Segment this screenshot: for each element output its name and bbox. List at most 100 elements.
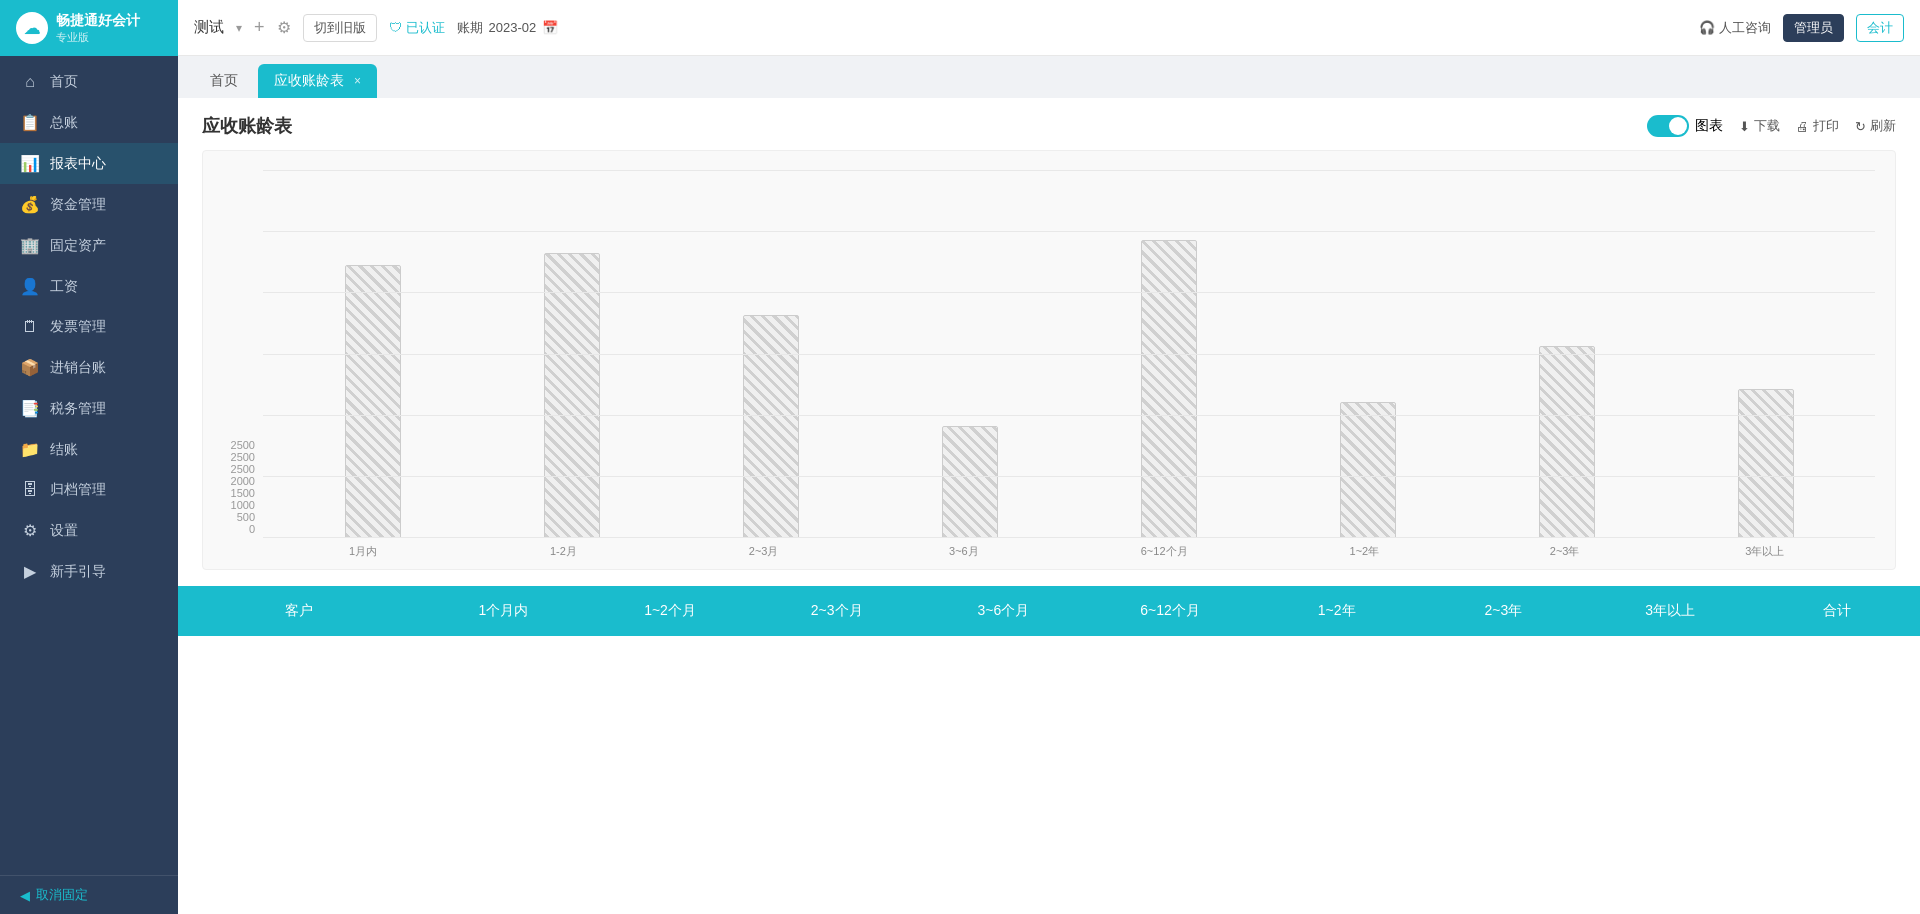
sidebar-icon-reports: 📊 bbox=[20, 154, 40, 173]
role-button[interactable]: 会计 bbox=[1856, 14, 1904, 42]
human-consult-button[interactable]: 🎧 人工咨询 bbox=[1699, 19, 1771, 37]
sidebar-item-funds[interactable]: 💰 资金管理 bbox=[0, 184, 178, 225]
app-logo-title: 畅捷通好会计 bbox=[56, 11, 140, 29]
add-project-button[interactable]: + bbox=[254, 17, 265, 38]
table-header-cell: 2~3年 bbox=[1420, 586, 1587, 636]
bar-group bbox=[544, 253, 600, 538]
page-actions: 图表 ⬇ 下载 🖨 打印 ↻ 刷新 bbox=[1647, 115, 1896, 137]
sidebar-label-guide: 新手引导 bbox=[50, 563, 106, 581]
sidebar-icon-invoice: 🗒 bbox=[20, 318, 40, 336]
settings-icon[interactable]: ⚙ bbox=[277, 18, 291, 37]
bar bbox=[345, 265, 401, 538]
manager-button[interactable]: 管理员 bbox=[1783, 14, 1844, 42]
refresh-icon: ↻ bbox=[1855, 119, 1866, 134]
x-label: 3~6月 bbox=[936, 544, 992, 559]
sidebar-item-assets[interactable]: 🏢 固定资产 bbox=[0, 225, 178, 266]
print-icon: 🖨 bbox=[1796, 119, 1809, 134]
sidebar-label-reports: 报表中心 bbox=[50, 155, 106, 173]
bar bbox=[743, 315, 799, 538]
x-label: 1~2年 bbox=[1336, 544, 1392, 559]
chart-x-axis: 1月内1-2月2~3月3~6月6~12个月1~2年2~3年3年以上 bbox=[263, 538, 1875, 559]
y-label: 1000 bbox=[231, 499, 255, 511]
table-header-cell: 1个月内 bbox=[420, 586, 587, 636]
consult-label: 人工咨询 bbox=[1719, 19, 1771, 37]
cancel-fixed-button[interactable]: ◀ 取消固定 bbox=[0, 875, 178, 914]
y-label: 1500 bbox=[231, 487, 255, 499]
bar bbox=[1539, 346, 1595, 538]
sidebar-icon-closing: 📁 bbox=[20, 440, 40, 459]
chart-area: 2500250025002000150010005000 1月内1-2月2~3月… bbox=[202, 150, 1896, 570]
table-header-cell: 2~3个月 bbox=[753, 586, 920, 636]
sidebar-label-funds: 资金管理 bbox=[50, 196, 106, 214]
tab-bar: 首页 应收账龄表 × bbox=[178, 56, 1920, 98]
period-value: 2023-02 bbox=[489, 20, 537, 35]
sidebar-item-ledger[interactable]: 📋 总账 bbox=[0, 102, 178, 143]
headset-icon: 🎧 bbox=[1699, 20, 1715, 35]
bar-group bbox=[942, 426, 998, 538]
sidebar-icon-archive: 🗄 bbox=[20, 481, 40, 499]
sidebar-label-tax: 税务管理 bbox=[50, 400, 106, 418]
tab-close-icon[interactable]: × bbox=[354, 74, 361, 88]
print-label: 打印 bbox=[1813, 117, 1839, 135]
x-label: 1月内 bbox=[335, 544, 391, 559]
chart-y-axis: 2500250025002000150010005000 bbox=[223, 439, 263, 559]
download-label: 下载 bbox=[1754, 117, 1780, 135]
sidebar-item-home[interactable]: ⌂ 首页 bbox=[0, 62, 178, 102]
x-label: 2~3月 bbox=[736, 544, 792, 559]
sidebar-item-settings[interactable]: ⚙ 设置 bbox=[0, 510, 178, 551]
table-header-cell: 6~12个月 bbox=[1087, 586, 1254, 636]
bar-group bbox=[1738, 389, 1794, 538]
bar-group bbox=[1141, 240, 1197, 538]
x-label: 6~12个月 bbox=[1136, 544, 1192, 559]
y-label: 0 bbox=[249, 523, 255, 535]
sidebar-item-reports[interactable]: 📊 报表中心 bbox=[0, 143, 178, 184]
project-name: 测试 bbox=[194, 18, 224, 37]
y-label: 2500 bbox=[231, 451, 255, 463]
sidebar-item-guide[interactable]: ▶ 新手引导 bbox=[0, 551, 178, 592]
tab-home[interactable]: 首页 bbox=[194, 64, 254, 98]
verified-label: 已认证 bbox=[406, 19, 445, 37]
bar-group bbox=[345, 265, 401, 538]
print-button[interactable]: 🖨 打印 bbox=[1796, 117, 1839, 135]
bar bbox=[1340, 402, 1396, 538]
sidebar-item-closing[interactable]: 📁 结账 bbox=[0, 429, 178, 470]
table-header-cell: 客户 bbox=[178, 586, 420, 636]
bar bbox=[544, 253, 600, 538]
sidebar-item-salary[interactable]: 👤 工资 bbox=[0, 266, 178, 307]
sidebar-item-invoice[interactable]: 🗒 发票管理 bbox=[0, 307, 178, 347]
chart-toggle-switch[interactable] bbox=[1647, 115, 1689, 137]
project-dropdown-icon[interactable]: ▾ bbox=[236, 21, 242, 35]
sidebar-item-archive[interactable]: 🗄 归档管理 bbox=[0, 470, 178, 510]
sidebar-item-inventory[interactable]: 📦 进销台账 bbox=[0, 347, 178, 388]
tab-home-label: 首页 bbox=[210, 72, 238, 88]
bars-row bbox=[263, 171, 1875, 538]
period-label: 账期 bbox=[457, 19, 483, 37]
sidebar-icon-home: ⌂ bbox=[20, 73, 40, 91]
verified-badge: 🛡 已认证 bbox=[389, 19, 445, 37]
refresh-label: 刷新 bbox=[1870, 117, 1896, 135]
y-label: 2000 bbox=[231, 475, 255, 487]
x-label: 1-2月 bbox=[535, 544, 591, 559]
tab-aging-label: 应收账龄表 bbox=[274, 72, 344, 88]
table-header-cell: 合计 bbox=[1753, 586, 1920, 636]
tab-aging[interactable]: 应收账龄表 × bbox=[258, 64, 377, 98]
chart-inner: 2500250025002000150010005000 1月内1-2月2~3月… bbox=[223, 171, 1875, 559]
sidebar-item-tax[interactable]: 📑 税务管理 bbox=[0, 388, 178, 429]
bar bbox=[1141, 240, 1197, 538]
bar bbox=[1738, 389, 1794, 538]
verified-shield-icon: 🛡 bbox=[389, 20, 402, 35]
sidebar-icon-funds: 💰 bbox=[20, 195, 40, 214]
calendar-icon[interactable]: 📅 bbox=[542, 20, 558, 35]
sidebar-label-settings: 设置 bbox=[50, 522, 78, 540]
sidebar-label-inventory: 进销台账 bbox=[50, 359, 106, 377]
download-button[interactable]: ⬇ 下载 bbox=[1739, 117, 1780, 135]
content-area: 应收账龄表 图表 ⬇ 下载 🖨 打印 ↻ 刷新 bbox=[178, 98, 1920, 914]
switch-old-button[interactable]: 切到旧版 bbox=[303, 14, 377, 42]
sidebar-icon-salary: 👤 bbox=[20, 277, 40, 296]
sidebar-label-closing: 结账 bbox=[50, 441, 78, 459]
app-logo-sub: 专业版 bbox=[56, 30, 140, 45]
sidebar-icon-assets: 🏢 bbox=[20, 236, 40, 255]
refresh-button[interactable]: ↻ 刷新 bbox=[1855, 117, 1896, 135]
table-header-cell: 3~6个月 bbox=[920, 586, 1087, 636]
y-label: 500 bbox=[237, 511, 255, 523]
